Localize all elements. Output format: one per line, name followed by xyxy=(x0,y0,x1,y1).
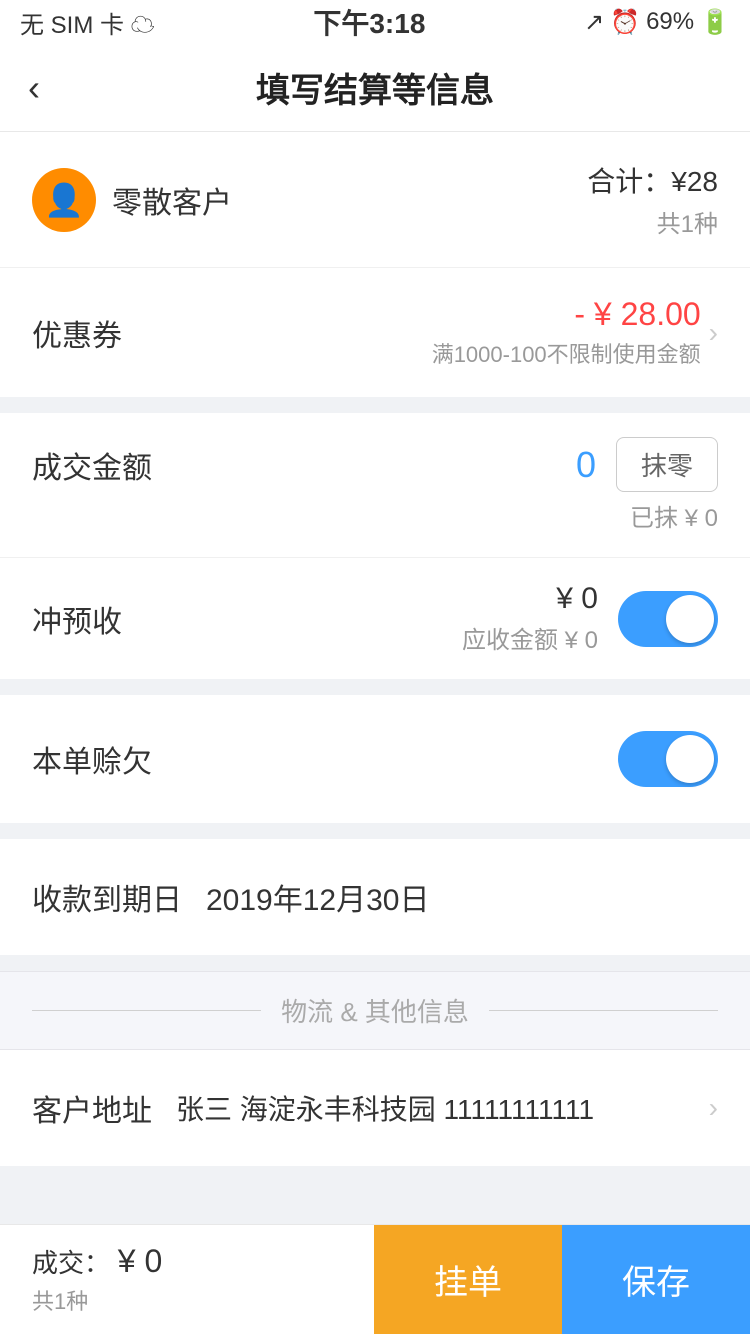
avatar: 👤 xyxy=(32,168,96,232)
battery-icon: 🔋 xyxy=(700,8,730,37)
debt-label: 本单赊欠 xyxy=(32,737,152,781)
prereceive-right: ¥ 0 应收金额 ¥ 0 xyxy=(462,582,718,655)
customer-count: 共1种 xyxy=(587,204,718,239)
debt-toggle[interactable] xyxy=(618,731,718,787)
coupon-right: - ¥ 28.00 满1000-100不限制使用金额 › xyxy=(432,296,718,369)
customer-name: 零散客户 xyxy=(112,178,232,222)
chevron-right-icon: › xyxy=(709,317,718,349)
bottom-deal-line: 成交： ¥ 0 xyxy=(32,1243,342,1280)
pending-button[interactable]: 挂单 xyxy=(374,1225,562,1334)
back-button[interactable]: ‹ xyxy=(28,67,40,109)
battery-level: 69% xyxy=(646,8,694,36)
status-right: ↗ ⏰ 69% 🔋 xyxy=(584,8,730,37)
address-chevron-icon: › xyxy=(709,1092,718,1124)
content: 👤 零散客户 合计：¥28 共1种 优惠券 - ¥ 28.00 满1000-10… xyxy=(0,132,750,1286)
coupon-row[interactable]: 优惠券 - ¥ 28.00 满1000-100不限制使用金额 › xyxy=(0,267,750,397)
prereceive-amount: ¥ 0 xyxy=(462,582,598,616)
customer-row: 👤 零散客户 合计：¥28 共1种 xyxy=(0,132,750,267)
date-section: 收款到期日 2019年12月30日 xyxy=(0,839,750,955)
alarm-icon: ⏰ xyxy=(610,8,640,37)
customer-left: 👤 零散客户 xyxy=(32,168,232,232)
prereceive-toggle[interactable] xyxy=(618,591,718,647)
date-label: 收款到期日 xyxy=(32,875,182,919)
deal-amount-row: 成交金额 0 抹零 已抹 ¥ 0 xyxy=(0,413,750,557)
prereceive-values: ¥ 0 应收金额 ¥ 0 xyxy=(462,582,598,655)
round-button[interactable]: 抹零 xyxy=(616,437,718,492)
divider-left xyxy=(32,1010,261,1011)
status-left: 无 SIM 卡 ☁ xyxy=(20,5,155,40)
coupon-desc: 满1000-100不限制使用金额 xyxy=(432,337,701,369)
nav-bar: ‹ 填写结算等信息 xyxy=(0,44,750,132)
page-title: 填写结算等信息 xyxy=(256,63,494,112)
save-button[interactable]: 保存 xyxy=(562,1225,750,1334)
deal-section: 成交金额 0 抹零 已抹 ¥ 0 冲预收 ¥ 0 应收金额 ¥ 0 xyxy=(0,413,750,679)
debt-section: 本单赊欠 xyxy=(0,695,750,823)
customer-right: 合计：¥28 共1种 xyxy=(587,160,718,239)
status-time: 下午3:18 xyxy=(313,2,425,42)
location-icon: ↗ xyxy=(584,8,604,37)
prereceive-label: 冲预收 xyxy=(32,597,122,641)
date-value: 2019年12月30日 xyxy=(206,875,429,919)
divider-right xyxy=(489,1010,718,1011)
coupon-value: - ¥ 28.00 满1000-100不限制使用金额 xyxy=(432,296,701,369)
deal-value: 0 xyxy=(576,444,596,486)
deal-sub: 已抹 ¥ 0 xyxy=(32,498,718,533)
coupon-label: 优惠券 xyxy=(32,311,122,355)
address-label: 客户地址 xyxy=(32,1086,152,1130)
sim-status: 无 SIM 卡 ☁ xyxy=(20,5,155,40)
bottom-deal-label: 成交： xyxy=(32,1248,110,1278)
logistics-header: 物流 & 其他信息 xyxy=(0,971,750,1050)
status-bar: 无 SIM 卡 ☁ 下午3:18 ↗ ⏰ 69% 🔋 xyxy=(0,0,750,44)
deal-row: 成交金额 0 抹零 xyxy=(32,437,718,492)
deal-right: 0 抹零 xyxy=(576,437,718,492)
customer-section: 👤 零散客户 合计：¥28 共1种 优惠券 - ¥ 28.00 满1000-10… xyxy=(0,132,750,397)
bottom-deal-value: ¥ 0 xyxy=(118,1243,162,1279)
prereceive-row: 冲预收 ¥ 0 应收金额 ¥ 0 xyxy=(0,557,750,679)
deal-label: 成交金额 xyxy=(32,443,152,487)
address-value: 张三 海淀永丰科技园 11111111111 xyxy=(176,1088,709,1128)
bottom-count: 共1种 xyxy=(32,1284,342,1316)
prereceive-sub: 应收金额 ¥ 0 xyxy=(462,620,598,655)
logistics-title: 物流 & 其他信息 xyxy=(261,992,489,1029)
customer-total: 合计：¥28 xyxy=(587,160,718,200)
person-icon: 👤 xyxy=(44,181,84,219)
bottom-bar: 成交： ¥ 0 共1种 挂单 保存 xyxy=(0,1224,750,1334)
bottom-summary: 成交： ¥ 0 共1种 xyxy=(0,1243,374,1316)
coupon-amount: - ¥ 28.00 xyxy=(432,296,701,333)
address-row[interactable]: 客户地址 张三 海淀永丰科技园 11111111111 › xyxy=(0,1050,750,1166)
